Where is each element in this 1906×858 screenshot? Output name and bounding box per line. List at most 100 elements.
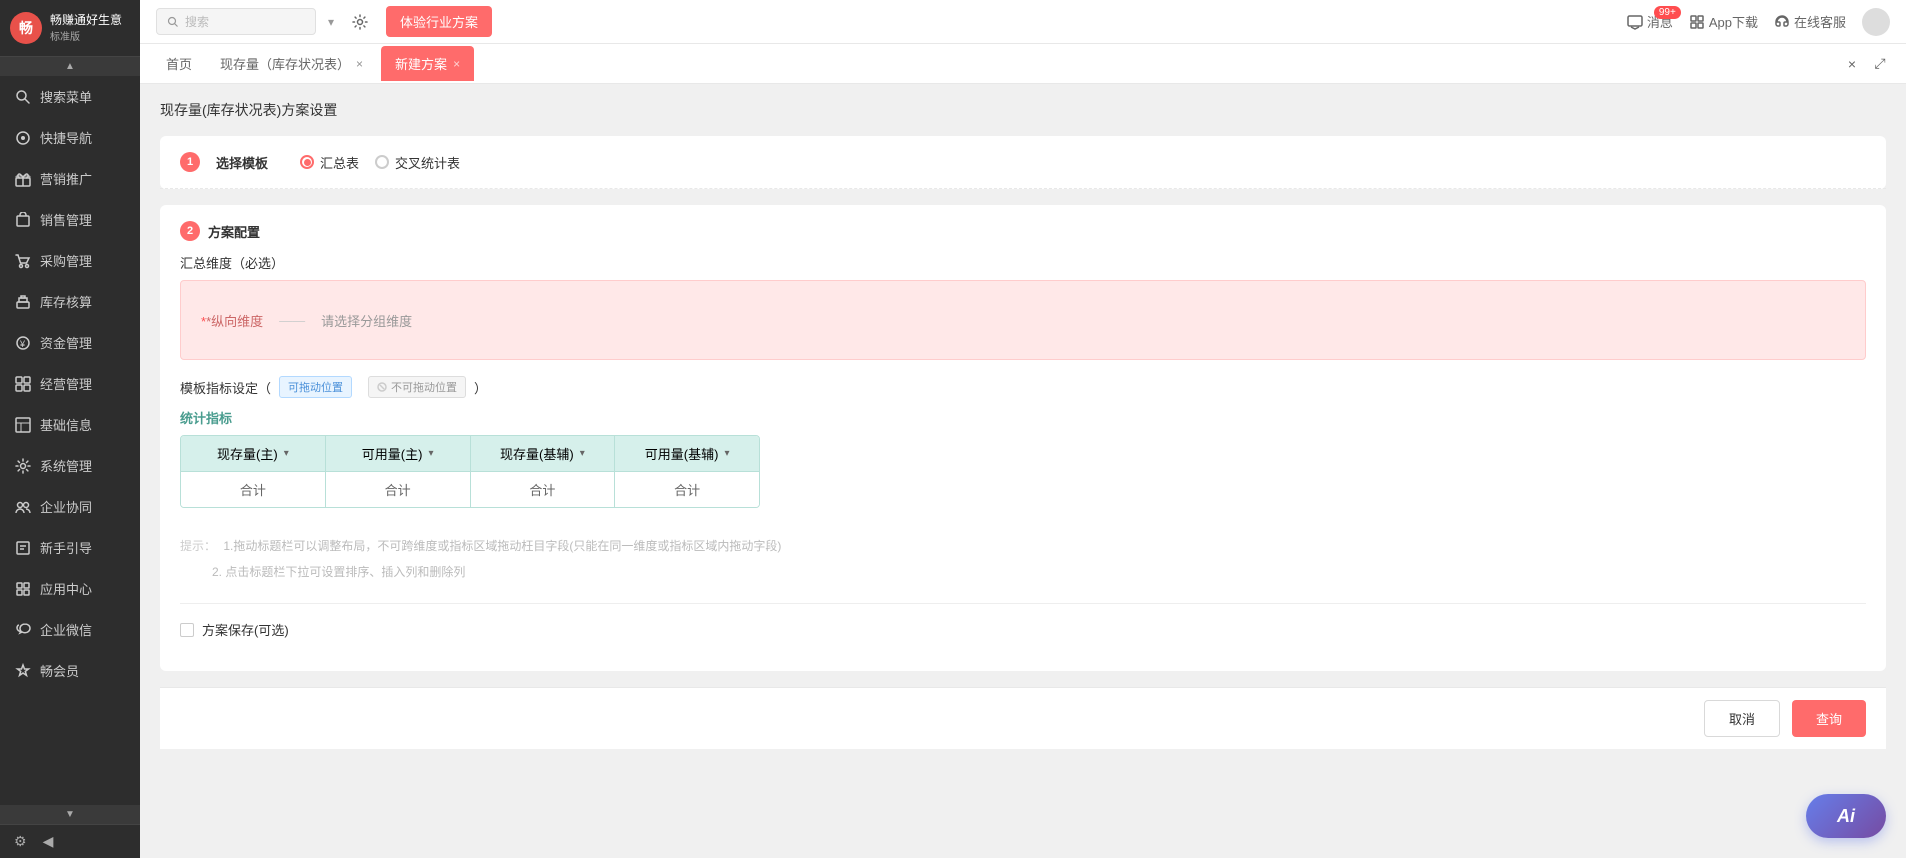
- header-right: 消息 99+ App下载 在线客服: [1627, 8, 1890, 36]
- scroll-down-btn[interactable]: ▼: [0, 805, 140, 824]
- scroll-up-btn[interactable]: ▲: [0, 57, 140, 76]
- query-button[interactable]: 查询: [1792, 700, 1866, 737]
- search-icon: [14, 88, 32, 106]
- sidebar-item-marketing[interactable]: 营销推广: [0, 158, 140, 199]
- sidebar-item-weixin[interactable]: 企业微信: [0, 609, 140, 650]
- nav-label-weixin: 企业微信: [40, 620, 92, 639]
- sidebar-item-finance[interactable]: ¥ 资金管理: [0, 322, 140, 363]
- step1-label: 选择模板: [216, 153, 268, 172]
- chevron-down-1: ▾: [428, 448, 433, 459]
- app-name: 畅赚通好生意: [50, 13, 122, 29]
- stats-col-3[interactable]: 可用量(基辅) ▾: [615, 436, 759, 471]
- nav-label-appstore: 应用中心: [40, 579, 92, 598]
- trial-button[interactable]: 体验行业方案: [386, 6, 492, 37]
- indicator-label-text: 模板指标设定（: [180, 378, 271, 397]
- close-window-btn[interactable]: ×: [1842, 54, 1862, 74]
- messages-btn[interactable]: 消息 99+: [1627, 12, 1673, 31]
- dimension-area[interactable]: **纵向维度 —— 请选择分组维度: [180, 280, 1866, 360]
- nav-menu: 搜索菜单 快捷导航 营销推广 销售管理 采购管理: [0, 76, 140, 805]
- radio-summary[interactable]: 汇总表: [300, 153, 359, 172]
- sidebar-item-search[interactable]: 搜索菜单: [0, 76, 140, 117]
- footer-buttons: 取消 查询: [160, 687, 1886, 749]
- stats-col-2[interactable]: 现存量(基辅) ▾: [471, 436, 616, 471]
- tips-item-0: 1.拖动标题栏可以调整布局，不可跨维度或指标区域拖动枉目字段(只能在同一维度或指…: [223, 539, 781, 553]
- messages-badge: 99+: [1654, 6, 1681, 19]
- gear-button[interactable]: [346, 8, 374, 36]
- sidebar-item-inventory[interactable]: 库存核算: [0, 281, 140, 322]
- tips-item-1-row: 2. 点击标题栏下拉可设置排序、插入列和删除列: [180, 562, 1866, 584]
- stats-data-0-1: 合计: [326, 472, 471, 507]
- stats-col-1-label: 可用量(主): [362, 444, 423, 463]
- sidebar-item-appstore[interactable]: 应用中心: [0, 568, 140, 609]
- logo-icon: 畅: [10, 12, 42, 44]
- indicator-close-text: ）: [474, 378, 487, 397]
- stats-col-1[interactable]: 可用量(主) ▾: [326, 436, 471, 471]
- app-download-icon: [1689, 14, 1705, 30]
- ai-float-button[interactable]: Ai: [1806, 794, 1886, 838]
- system-icon: [14, 457, 32, 475]
- enterprise-icon: [14, 498, 32, 516]
- stats-col-2-label: 现存量(基辅): [500, 444, 574, 463]
- save-checkbox[interactable]: [180, 623, 194, 637]
- nav-label-basic: 基础信息: [40, 415, 92, 434]
- dim-placeholder: 请选择分组维度: [321, 311, 412, 330]
- online-service-label: 在线客服: [1794, 12, 1846, 31]
- ai-label: Ai: [1837, 806, 1855, 827]
- shortcut-icon: [14, 129, 32, 147]
- stats-col-0[interactable]: 现存量(主) ▾: [181, 436, 326, 471]
- nav-label-member: 畅会员: [40, 661, 79, 680]
- nav-label-purchase: 采购管理: [40, 251, 92, 270]
- step1-number: 1: [180, 152, 200, 172]
- tips-section: 提示： 1.拖动标题栏可以调整布局，不可跨维度或指标区域拖动枉目字段(只能在同一…: [180, 524, 1866, 595]
- nav-dropdown[interactable]: ▾: [328, 15, 334, 29]
- tab-inventory-close-btn[interactable]: ×: [356, 57, 363, 71]
- stats-data-row-0: 合计 合计 合计 合计: [181, 471, 759, 507]
- sales-icon: [14, 211, 32, 229]
- tab-new-scheme[interactable]: 新建方案 ×: [381, 46, 474, 81]
- template-radio-group: 汇总表 交叉统计表: [300, 153, 460, 172]
- sidebar-item-system[interactable]: 系统管理: [0, 445, 140, 486]
- sidebar-item-operations[interactable]: 经营管理: [0, 363, 140, 404]
- user-avatar[interactable]: [1862, 8, 1890, 36]
- tab-new-scheme-close-btn[interactable]: ×: [453, 57, 460, 71]
- nav-label-system: 系统管理: [40, 456, 92, 475]
- sidebar-item-newguide[interactable]: 新手引导: [0, 527, 140, 568]
- tab-inventory-status[interactable]: 现存量（库存状况表） ×: [206, 46, 377, 81]
- tips-item-1: 2. 点击标题栏下拉可设置排序、插入列和删除列: [212, 565, 465, 579]
- sidebar-item-enterprise[interactable]: 企业协同: [0, 486, 140, 527]
- online-service-btn[interactable]: 在线客服: [1774, 12, 1846, 31]
- stats-header-row: 现存量(主) ▾ 可用量(主) ▾ 现存量(基辅) ▾: [181, 436, 759, 471]
- expand-window-btn[interactable]: ⤢: [1870, 54, 1890, 74]
- sidebar-item-basic[interactable]: 基础信息: [0, 404, 140, 445]
- search-bar[interactable]: 搜索: [156, 8, 316, 35]
- sound-icon[interactable]: ◀: [43, 833, 54, 850]
- tips-title: 提示： 1.拖动标题栏可以调整布局，不可跨维度或指标区域拖动枉目字段(只能在同一…: [180, 536, 1866, 558]
- tab-inventory-label: 现存量（库存状况表）: [220, 54, 350, 73]
- finance-icon: ¥: [14, 334, 32, 352]
- sidebar-item-shortcut[interactable]: 快捷导航: [0, 117, 140, 158]
- header-left: 搜索 ▾ 体验行业方案: [156, 6, 492, 37]
- nav-dropdown-label: ▾: [328, 15, 334, 29]
- nav-label-finance: 资金管理: [40, 333, 92, 352]
- radio-cross-circle: [375, 155, 389, 169]
- step1-section: 1 选择模板 汇总表 交叉统计表: [160, 136, 1886, 189]
- step2-body: 2 方案配置 汇总维度（必选） **纵向维度 —— 请选择分组维度: [160, 205, 1886, 671]
- save-checkbox-row[interactable]: 方案保存(可选): [180, 603, 1866, 655]
- sidebar-item-purchase[interactable]: 采购管理: [0, 240, 140, 281]
- purchase-icon: [14, 252, 32, 270]
- dim-separator: ——: [279, 313, 305, 328]
- sidebar-item-member[interactable]: 畅会员: [0, 650, 140, 691]
- settings-icon[interactable]: ⚙: [14, 833, 27, 850]
- radio-cross[interactable]: 交叉统计表: [375, 153, 460, 172]
- operations-icon: [14, 375, 32, 393]
- main-content: 搜索 ▾ 体验行业方案 消息 99+ App下载 在线客服: [140, 0, 1906, 858]
- tab-home[interactable]: 首页: [156, 46, 202, 81]
- sidebar-item-sales[interactable]: 销售管理: [0, 199, 140, 240]
- cancel-button[interactable]: 取消: [1704, 700, 1780, 737]
- app-download-label: App下载: [1709, 12, 1758, 31]
- non-draggable-badge: 不可拖动位置: [368, 376, 466, 398]
- dim-required-mark: **纵向维度: [201, 311, 263, 330]
- app-download-btn[interactable]: App下载: [1689, 12, 1758, 31]
- draggable-badge: 可拖动位置: [279, 376, 352, 398]
- nav-label-enterprise: 企业协同: [40, 497, 92, 516]
